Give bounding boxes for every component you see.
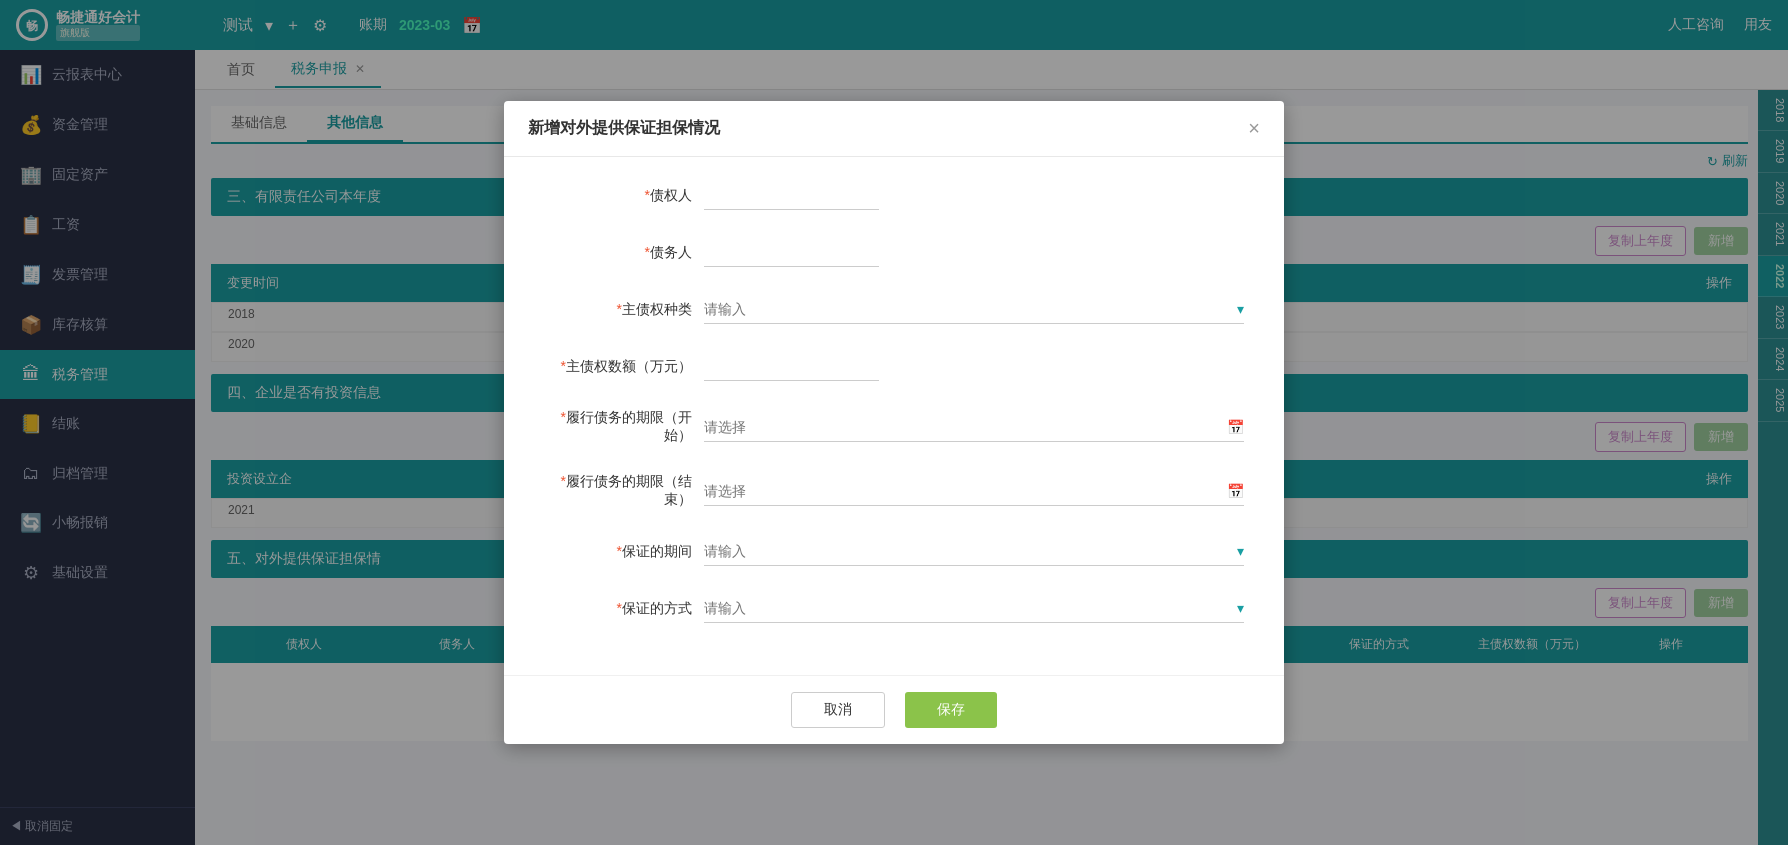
debt-amount-label: *主债权数额（万元） — [544, 358, 704, 376]
debt-type-arrow-icon: ▾ — [1237, 301, 1244, 317]
start-date-calendar-icon[interactable]: 📅 — [1227, 419, 1244, 435]
end-date-label: *履行债务的期限（结束） — [544, 473, 704, 509]
form-row-debt-amount: *主债权数额（万元） — [544, 352, 1244, 381]
debt-type-input[interactable] — [704, 295, 1244, 323]
form-row-creditor: *债权人 — [544, 181, 1244, 210]
guarantee-method-label: *保证的方式 — [544, 600, 704, 618]
modal-header: 新增对外提供保证担保情况 × — [504, 101, 1284, 157]
modal-dialog: 新增对外提供保证担保情况 × *债权人 *债务人 — [504, 101, 1284, 744]
start-date-label: *履行债务的期限（开始） — [544, 409, 704, 445]
debtor-label: *债务人 — [544, 244, 704, 262]
guarantee-method-wrapper[interactable]: ▾ — [704, 594, 1244, 623]
end-date-wrapper: 📅 — [704, 477, 1244, 506]
form-row-guarantee-period: *保证的期间 ▾ — [544, 537, 1244, 566]
debt-type-select-wrapper[interactable]: ▾ — [704, 295, 1244, 324]
guarantee-period-arrow-icon: ▾ — [1237, 543, 1244, 559]
debt-type-label: *主债权种类 — [544, 301, 704, 319]
cancel-btn[interactable]: 取消 — [791, 692, 885, 728]
guarantee-method-arrow-icon: ▾ — [1237, 600, 1244, 616]
debt-amount-input-wrapper — [704, 352, 1244, 381]
form-row-debt-type: *主债权种类 ▾ — [544, 295, 1244, 324]
guarantee-period-input[interactable] — [704, 537, 1244, 565]
modal-title: 新增对外提供保证担保情况 — [528, 118, 720, 139]
creditor-input[interactable] — [704, 181, 879, 210]
guarantee-method-input[interactable] — [704, 594, 1244, 622]
modal-close-btn[interactable]: × — [1248, 117, 1260, 140]
form-row-start-date: *履行债务的期限（开始） 📅 — [544, 409, 1244, 445]
end-date-input[interactable] — [704, 477, 1244, 505]
creditor-label: *债权人 — [544, 187, 704, 205]
debt-amount-input[interactable] — [704, 352, 879, 381]
form-row-end-date: *履行债务的期限（结束） 📅 — [544, 473, 1244, 509]
modal-overlay: 新增对外提供保证担保情况 × *债权人 *债务人 — [0, 0, 1788, 845]
debtor-input[interactable] — [704, 238, 879, 267]
guarantee-period-label: *保证的期间 — [544, 543, 704, 561]
save-btn[interactable]: 保存 — [905, 692, 997, 728]
guarantee-period-wrapper[interactable]: ▾ — [704, 537, 1244, 566]
end-date-calendar-icon[interactable]: 📅 — [1227, 483, 1244, 499]
form-row-debtor: *债务人 — [544, 238, 1244, 267]
creditor-input-wrapper — [704, 181, 1244, 210]
start-date-wrapper: 📅 — [704, 413, 1244, 442]
start-date-input[interactable] — [704, 413, 1244, 441]
modal-body: *债权人 *债务人 *主债权种类 — [504, 157, 1284, 675]
modal-footer: 取消 保存 — [504, 675, 1284, 744]
debtor-input-wrapper — [704, 238, 1244, 267]
form-row-guarantee-method: *保证的方式 ▾ — [544, 594, 1244, 623]
